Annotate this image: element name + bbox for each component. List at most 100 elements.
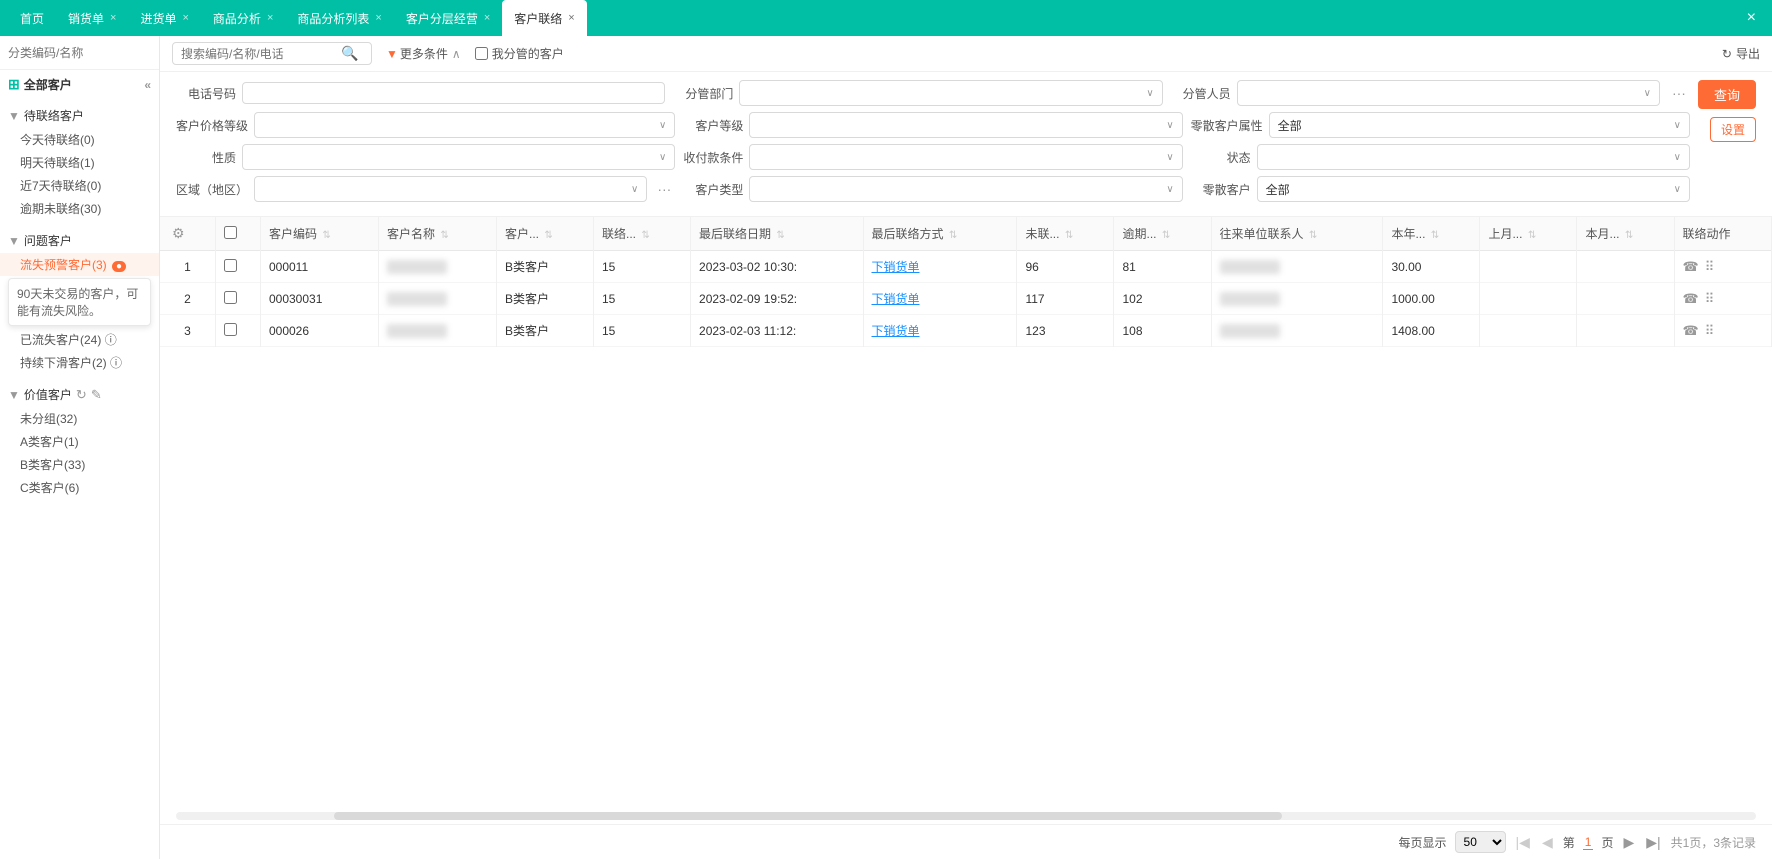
nature-select[interactable]: ∨ <box>242 144 675 170</box>
group-value-customers-title[interactable]: ▼ 价值客户 ↻ ✎ <box>0 382 159 407</box>
window-close-button[interactable]: × <box>1739 9 1764 27</box>
col-name[interactable]: 客户名称 ⇅ <box>378 217 496 251</box>
row-actions: ☎ ⠿ <box>1683 323 1764 339</box>
contact-icon[interactable]: ☎ <box>1683 259 1699 275</box>
select-all-checkbox[interactable] <box>224 226 237 239</box>
tab-product-analysis[interactable]: 商品分析 × <box>201 0 285 36</box>
more-btn-region[interactable]: ··· <box>653 181 675 197</box>
row-checkbox[interactable] <box>224 259 237 272</box>
gear-icon[interactable]: ⚙ <box>168 225 189 241</box>
sidebar-item-churn-warning[interactable]: 流失预警客户(3) ● <box>0 253 159 276</box>
contact-icon[interactable]: ☎ <box>1683 291 1699 307</box>
col-this-month[interactable]: 本月... ⇅ <box>1577 217 1674 251</box>
tab-home[interactable]: 首页 <box>8 0 56 36</box>
all-customers-header[interactable]: ⊞ 全部客户 « <box>0 70 159 99</box>
sidebar-item-tomorrow-pending[interactable]: 明天待联络(1) <box>0 151 159 174</box>
sidebar-item-class-b[interactable]: B类客户(33) <box>0 453 159 476</box>
filter-field-retail-attr: 零散客户属性 全部 ∨ <box>1191 112 1690 138</box>
refresh-icon[interactable]: ↻ <box>76 387 87 403</box>
tab-customer-tier[interactable]: 客户分层经营 × <box>394 0 502 36</box>
filter-row-2: 客户价格等级 ∨ 客户等级 ∨ <box>176 112 1690 138</box>
sidebar-item-declining-customers[interactable]: 持续下滑客户(2) ⓘ <box>0 351 159 374</box>
scrollbar-thumb[interactable] <box>334 812 1282 820</box>
cell-last-month <box>1480 251 1577 283</box>
more-action-icon[interactable]: ⠿ <box>1705 259 1715 275</box>
payment-select[interactable]: ∨ <box>749 144 1182 170</box>
more-action-icon[interactable]: ⠿ <box>1705 291 1715 307</box>
sidebar-item-class-a[interactable]: A类客户(1) <box>0 430 159 453</box>
dept-select[interactable]: ∨ <box>739 80 1162 106</box>
col-not-contacted[interactable]: 未联... ⇅ <box>1017 217 1114 251</box>
sort-icon: ⇅ <box>776 230 784 241</box>
phone-input[interactable] <box>242 82 665 104</box>
search-button[interactable]: 🔍 <box>341 45 358 62</box>
per-page-select[interactable]: 50 100 200 <box>1455 831 1506 853</box>
sidebar-item-class-c[interactable]: C类客户(6) <box>0 476 159 499</box>
edit-icon[interactable]: ✎ <box>91 387 102 403</box>
col-this-year[interactable]: 本年... ⇅ <box>1383 217 1480 251</box>
tab-customer-contact[interactable]: 客户联络 × <box>502 0 586 36</box>
sidebar-item-overdue-not-contacted[interactable]: 逾期未联络(30) <box>0 197 159 220</box>
more-action-icon[interactable]: ⠿ <box>1705 323 1715 339</box>
sidebar-item-7days-pending[interactable]: 近7天待联络(0) <box>0 174 159 197</box>
grid-icon: ⊞ <box>8 76 20 93</box>
more-conditions-button[interactable]: ▼ 更多条件 ∧ <box>380 43 467 64</box>
search-input-wrap: 🔍 <box>172 42 372 65</box>
sidebar-item-today-pending[interactable]: 今天待联络(0) <box>0 128 159 151</box>
tab-sales-order[interactable]: 销货单 × <box>56 0 128 36</box>
tab-close-icon[interactable]: × <box>182 12 188 24</box>
row-checkbox[interactable] <box>224 323 237 336</box>
filter-field-nature: 性质 ∨ <box>176 144 675 170</box>
tab-close-icon[interactable]: × <box>568 12 574 24</box>
row-checkbox[interactable] <box>224 291 237 304</box>
customer-type-select[interactable]: ∨ <box>749 176 1182 202</box>
customer-level-select[interactable]: ∨ <box>749 112 1182 138</box>
region-select[interactable]: ∨ <box>254 176 647 202</box>
col-checkbox <box>216 217 261 251</box>
retail-customer-select[interactable]: 全部 ∨ <box>1257 176 1690 202</box>
sidebar-item-unclassified[interactable]: 未分组(32) <box>0 407 159 430</box>
nav-prev[interactable]: ◀ <box>1540 834 1555 851</box>
col-overdue[interactable]: 逾期... ⇅ <box>1114 217 1211 251</box>
cell-type: B类客户 <box>496 251 593 283</box>
col-last-month[interactable]: 上月... ⇅ <box>1480 217 1577 251</box>
status-select[interactable]: ∨ <box>1257 144 1690 170</box>
cell-last-date: 2023-03-02 10:30: <box>691 251 863 283</box>
tab-close-icon[interactable]: × <box>267 12 273 24</box>
nav-first[interactable]: |◀ <box>1514 834 1532 851</box>
tab-product-analysis-list[interactable]: 商品分析列表 × <box>285 0 393 36</box>
col-code[interactable]: 客户编码 ⇅ <box>260 217 378 251</box>
retail-attr-select[interactable]: 全部 ∨ <box>1269 112 1690 138</box>
setting-button[interactable]: 设置 <box>1710 117 1756 142</box>
tab-close-icon[interactable]: × <box>110 12 116 24</box>
tab-close-icon[interactable]: × <box>375 12 381 24</box>
col-last-date[interactable]: 最后联络日期 ⇅ <box>691 217 863 251</box>
col-contact-person[interactable]: 往来单位联系人 ⇅ <box>1211 217 1383 251</box>
more-btn-1[interactable]: ··· <box>1668 85 1690 101</box>
export-button[interactable]: ↻ 导出 <box>1722 45 1760 62</box>
nav-next[interactable]: ▶ <box>1621 834 1636 851</box>
current-page: 1 <box>1583 835 1594 850</box>
contact-icon[interactable]: ☎ <box>1683 323 1699 339</box>
horizontal-scrollbar[interactable] <box>176 812 1756 820</box>
col-last-method[interactable]: 最后联络方式 ⇅ <box>863 217 1017 251</box>
chevron-down-icon: ∨ <box>659 152 666 163</box>
cell-contacts: 15 <box>594 283 691 315</box>
col-contacts[interactable]: 联络... ⇅ <box>594 217 691 251</box>
content-area: 🔍 ▼ 更多条件 ∧ 我分管的客户 ↻ 导出 <box>160 36 1772 859</box>
tab-purchase-order[interactable]: 进货单 × <box>128 0 200 36</box>
nav-last[interactable]: ▶| <box>1644 834 1662 851</box>
col-type[interactable]: 客户... ⇅ <box>496 217 593 251</box>
query-button[interactable]: 查询 <box>1698 80 1756 109</box>
group-problem-customers-title[interactable]: ▼ 问题客户 <box>0 228 159 253</box>
manager-select[interactable]: ∨ <box>1237 80 1660 106</box>
search-input[interactable] <box>181 47 341 61</box>
cell-not-contacted: 117 <box>1017 283 1114 315</box>
group-pending-contact-title[interactable]: ▼ 待联络客户 <box>0 103 159 128</box>
sidebar-search-input[interactable] <box>8 46 160 60</box>
arrow-icon: ▼ <box>8 109 20 123</box>
my-customers-checkbox[interactable] <box>475 47 488 60</box>
sidebar-item-lost-customers[interactable]: 已流失客户(24) ⓘ <box>0 328 159 351</box>
price-level-select[interactable]: ∨ <box>254 112 675 138</box>
tab-close-icon[interactable]: × <box>484 12 490 24</box>
